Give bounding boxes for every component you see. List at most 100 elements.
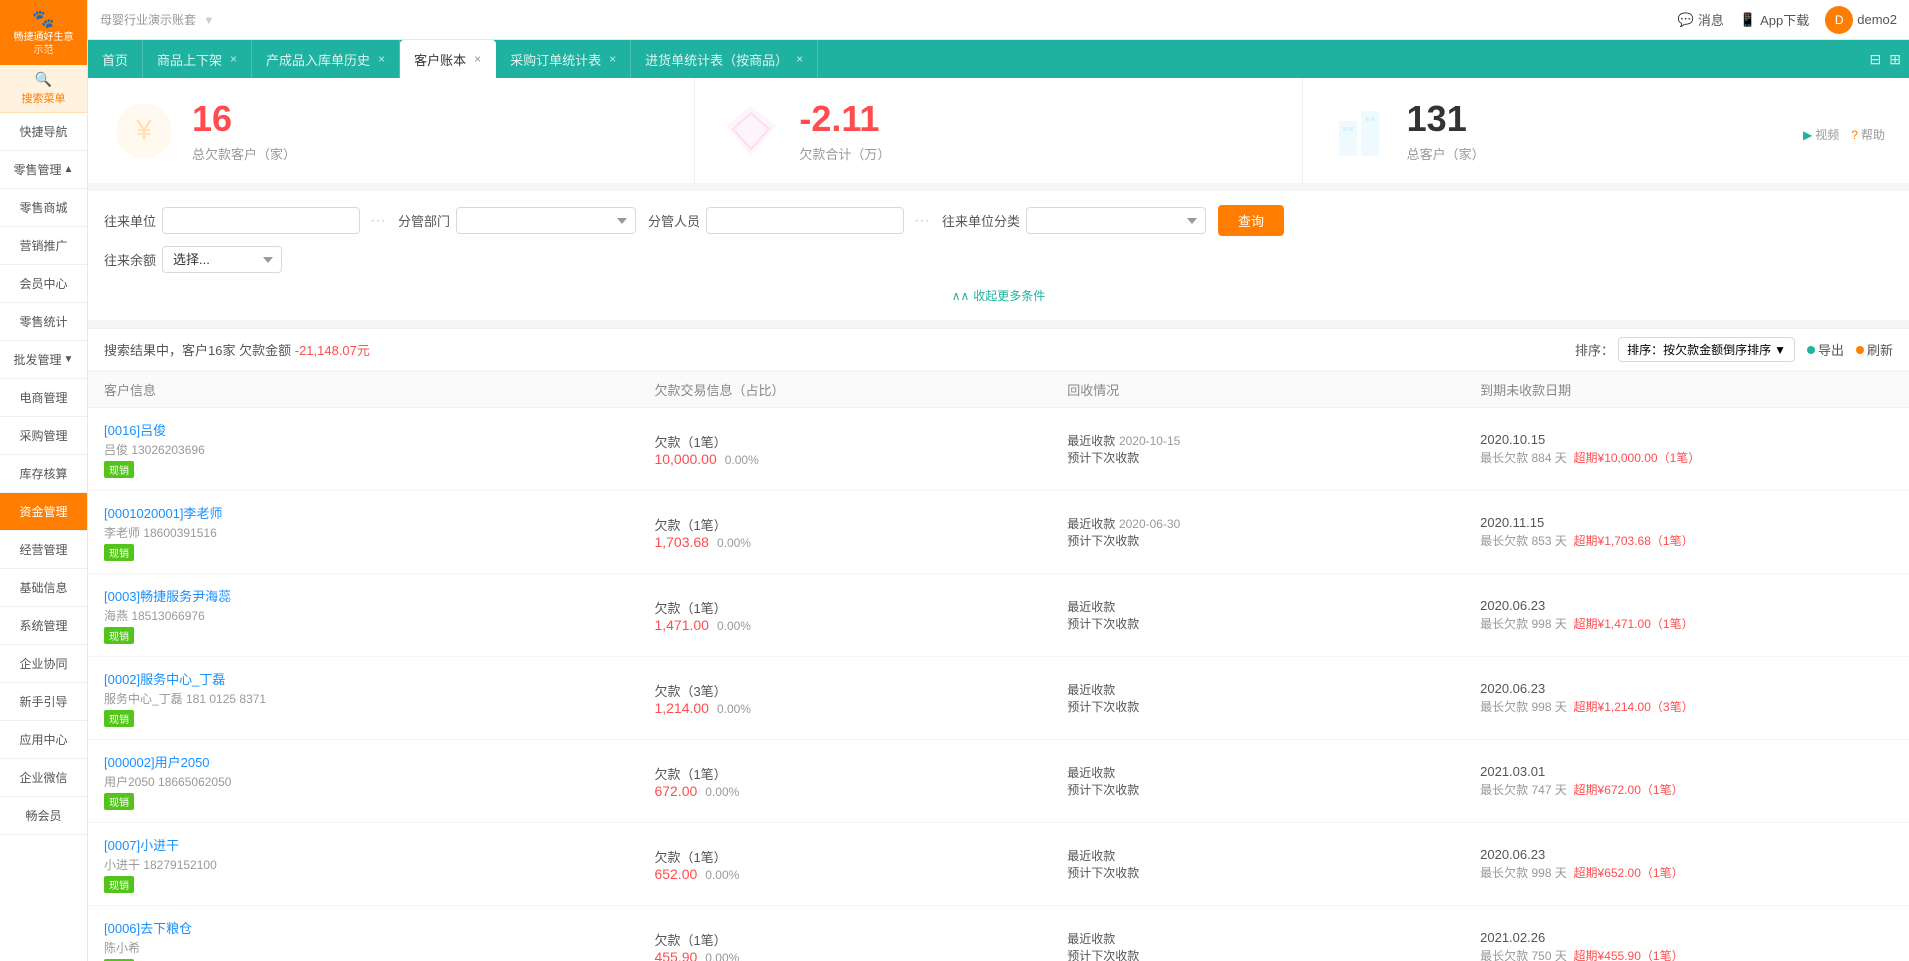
debt-amount[interactable]: 1,214.00 <box>654 700 709 716</box>
debt-amount[interactable]: 455.90 <box>654 949 697 961</box>
overdue-amount-link[interactable]: 超期¥672.00（1笔） <box>1574 783 1684 797</box>
customer-name-link[interactable]: [0007]小进干 <box>104 835 654 854</box>
minimize-icon[interactable]: ⊟ <box>1870 51 1882 68</box>
tab-customer-account[interactable]: 客户账本 × <box>400 40 496 78</box>
source-unit-dots[interactable]: ··· <box>370 212 386 230</box>
sidebar-item-basic-info[interactable]: 基础信息 <box>0 569 87 607</box>
tab-close-icon[interactable]: × <box>796 52 803 66</box>
refresh-button[interactable]: 刷新 <box>1856 340 1893 359</box>
debt-amount[interactable]: 652.00 <box>654 866 697 882</box>
sidebar-item-new-guide[interactable]: 新手引导 <box>0 683 87 721</box>
debt-amount[interactable]: 1,703.68 <box>654 534 709 550</box>
overdue-date: 2021.03.01 <box>1480 764 1893 779</box>
sidebar-logo[interactable]: 🐾 畅捷通好生意 示范 <box>0 0 87 65</box>
max-overdue-days: 最长欠款 750 天 <box>1480 949 1567 961</box>
stat-total-customers: 131 总客户（家） ▶ 视频 ? 帮助 <box>1303 78 1909 183</box>
tab-close-icon[interactable]: × <box>378 52 385 66</box>
overdue-amount-link[interactable]: 超期¥1,703.68（1笔） <box>1574 534 1694 548</box>
sort-section: 排序： 排序：按欠款金额倒序排序 ▼ <box>1575 337 1795 362</box>
col-customer: 客户信息 <box>104 380 654 399</box>
customer-name-link[interactable]: [0003]畅捷服务尹海蕊 <box>104 586 654 605</box>
maximize-icon[interactable]: ⊞ <box>1889 51 1901 68</box>
sidebar-item-purchase[interactable]: 采购管理 <box>0 417 87 455</box>
sidebar-item-app-center[interactable]: 应用中心 <box>0 721 87 759</box>
topbar-actions: 💬 消息 📱 App下载 D demo2 <box>1678 6 1897 34</box>
overdue-amount-link[interactable]: 超期¥1,471.00（1笔） <box>1574 617 1694 631</box>
tab-close-icon[interactable]: × <box>474 52 481 66</box>
tab-inbound-stats[interactable]: 进货单统计表（按商品） × <box>631 40 818 78</box>
next-collect-label: 预计下次收款 <box>1067 698 1480 715</box>
table-row: [0002]服务中心_丁磊 服务中心_丁磊 181 0125 8371 现销 欠… <box>88 657 1909 740</box>
query-button[interactable]: 查询 <box>1218 205 1284 236</box>
tab-product-history[interactable]: 产成品入库单历史 × <box>252 40 400 78</box>
topbar-company: 母婴行业演示账套 ▼ <box>100 11 214 28</box>
collapse-button[interactable]: ∧∧ 收起更多条件 <box>104 287 1893 304</box>
sidebar-item-ecommerce[interactable]: 电商管理 <box>0 379 87 417</box>
sidebar-item-batch-mgmt[interactable]: 批发管理 ▼ <box>0 341 87 379</box>
debt-amount[interactable]: 10,000.00 <box>654 451 716 467</box>
debt-percent: 0.00% <box>705 951 739 961</box>
debt-percent: 0.00% <box>717 619 751 633</box>
debt-amount[interactable]: 672.00 <box>654 783 697 799</box>
sidebar: 🐾 畅捷通好生意 示范 🔍 搜索菜单 快捷导航 零售管理 ▲ 零售商城 营销推广… <box>0 0 88 961</box>
table-row: [0016]吕俊 吕俊 13026203696 现销 欠款（1笔） 10,000… <box>88 408 1909 491</box>
message-button[interactable]: 💬 消息 <box>1678 10 1724 29</box>
overdue-amount-link[interactable]: 超期¥652.00（1笔） <box>1574 866 1684 880</box>
customer-name-link[interactable]: [0016]吕俊 <box>104 420 654 439</box>
sidebar-item-marketing[interactable]: 营销推广 <box>0 227 87 265</box>
sidebar-item-label: 新手引导 <box>19 695 67 709</box>
source-category-label: 往来单位分类 <box>942 211 1020 230</box>
tab-product-off[interactable]: 商品上下架 × <box>143 40 252 78</box>
sidebar-item-wechat[interactable]: 企业微信 <box>0 759 87 797</box>
overdue-amount-link[interactable]: 超期¥1,214.00（3笔） <box>1574 700 1694 714</box>
tab-purchase-order[interactable]: 采购订单统计表 × <box>496 40 631 78</box>
export-dot-icon <box>1807 346 1815 354</box>
sidebar-item-retail-shop[interactable]: 零售商城 <box>0 189 87 227</box>
source-category-select[interactable] <box>1026 207 1206 234</box>
sidebar-item-finance[interactable]: 资金管理 <box>0 493 87 531</box>
sidebar-item-quick-nav[interactable]: 快捷导航 <box>0 113 87 151</box>
balance-select[interactable]: 选择... <box>162 246 282 273</box>
tab-home[interactable]: 首页 <box>88 40 143 78</box>
sort-button[interactable]: 排序：按欠款金额倒序排序 ▼ <box>1618 337 1795 362</box>
customer-name-link[interactable]: [000002]用户2050 <box>104 752 654 771</box>
sidebar-item-system[interactable]: 系统管理 <box>0 607 87 645</box>
overdue-amount-link[interactable]: 超期¥455.90（1笔） <box>1574 949 1684 961</box>
result-debt-total: -21,148.07元 <box>295 343 370 358</box>
customer-table: 客户信息 欠款交易信息（占比） 回收情况 到期未收款日期 [0016]吕俊 吕俊… <box>88 372 1909 961</box>
video-button[interactable]: ▶ 视频 <box>1803 126 1839 143</box>
help-button[interactable]: ? 帮助 <box>1851 126 1885 143</box>
max-overdue-days: 最长欠款 747 天 <box>1480 783 1567 797</box>
sidebar-search[interactable]: 🔍 搜索菜单 <box>0 65 87 113</box>
sidebar-item-retail-stats[interactable]: 零售统计 <box>0 303 87 341</box>
sidebar-item-retail-mgmt[interactable]: 零售管理 ▲ <box>0 151 87 189</box>
app-download-button[interactable]: 📱 App下载 <box>1740 10 1809 29</box>
debt-info: 欠款（1笔） 10,000.000.00% <box>654 432 1067 467</box>
user-profile[interactable]: D demo2 <box>1825 6 1897 34</box>
customer-name-link[interactable]: [0002]服务中心_丁磊 <box>104 669 654 688</box>
sidebar-item-enterprise[interactable]: 企业协同 <box>0 645 87 683</box>
sidebar-item-member[interactable]: 会员中心 <box>0 265 87 303</box>
overdue-detail: 最长欠款 884 天 超期¥10,000.00（1笔） <box>1480 449 1893 466</box>
export-button[interactable]: 导出 <box>1807 340 1844 359</box>
source-unit-input[interactable] <box>162 207 360 234</box>
sidebar-item-vip[interactable]: 畅会员 <box>0 797 87 835</box>
overdue-detail: 最长欠款 750 天 超期¥455.90（1笔） <box>1480 947 1893 961</box>
table-row: [000002]用户2050 用户2050 18665062050 现销 欠款（… <box>88 740 1909 823</box>
person-dots[interactable]: ··· <box>914 212 930 230</box>
filter-row-1: 往来单位 ··· 分管部门 分管人员 ··· <box>104 205 1893 236</box>
sidebar-item-inventory[interactable]: 库存核算 <box>0 455 87 493</box>
customer-name-link[interactable]: [0001020001]李老师 <box>104 503 654 522</box>
debt-count: 欠款（1笔） <box>654 847 1067 866</box>
tab-close-icon[interactable]: × <box>609 52 616 66</box>
debt-amount[interactable]: 1,471.00 <box>654 617 709 633</box>
sidebar-item-biz-mgmt[interactable]: 经营管理 <box>0 531 87 569</box>
overdue-amount-link[interactable]: 超期¥10,000.00（1笔） <box>1574 451 1701 465</box>
stat-label-3: 总客户（家） <box>1407 144 1485 163</box>
tab-close-icon[interactable]: × <box>230 52 237 66</box>
customer-name-link[interactable]: [0006]去下粮仓 <box>104 918 654 937</box>
dept-select[interactable] <box>456 207 636 234</box>
dropdown-icon: ▼ <box>203 15 214 27</box>
person-input[interactable] <box>706 207 904 234</box>
result-actions: 排序： 排序：按欠款金额倒序排序 ▼ 导出 刷新 <box>1575 337 1893 362</box>
